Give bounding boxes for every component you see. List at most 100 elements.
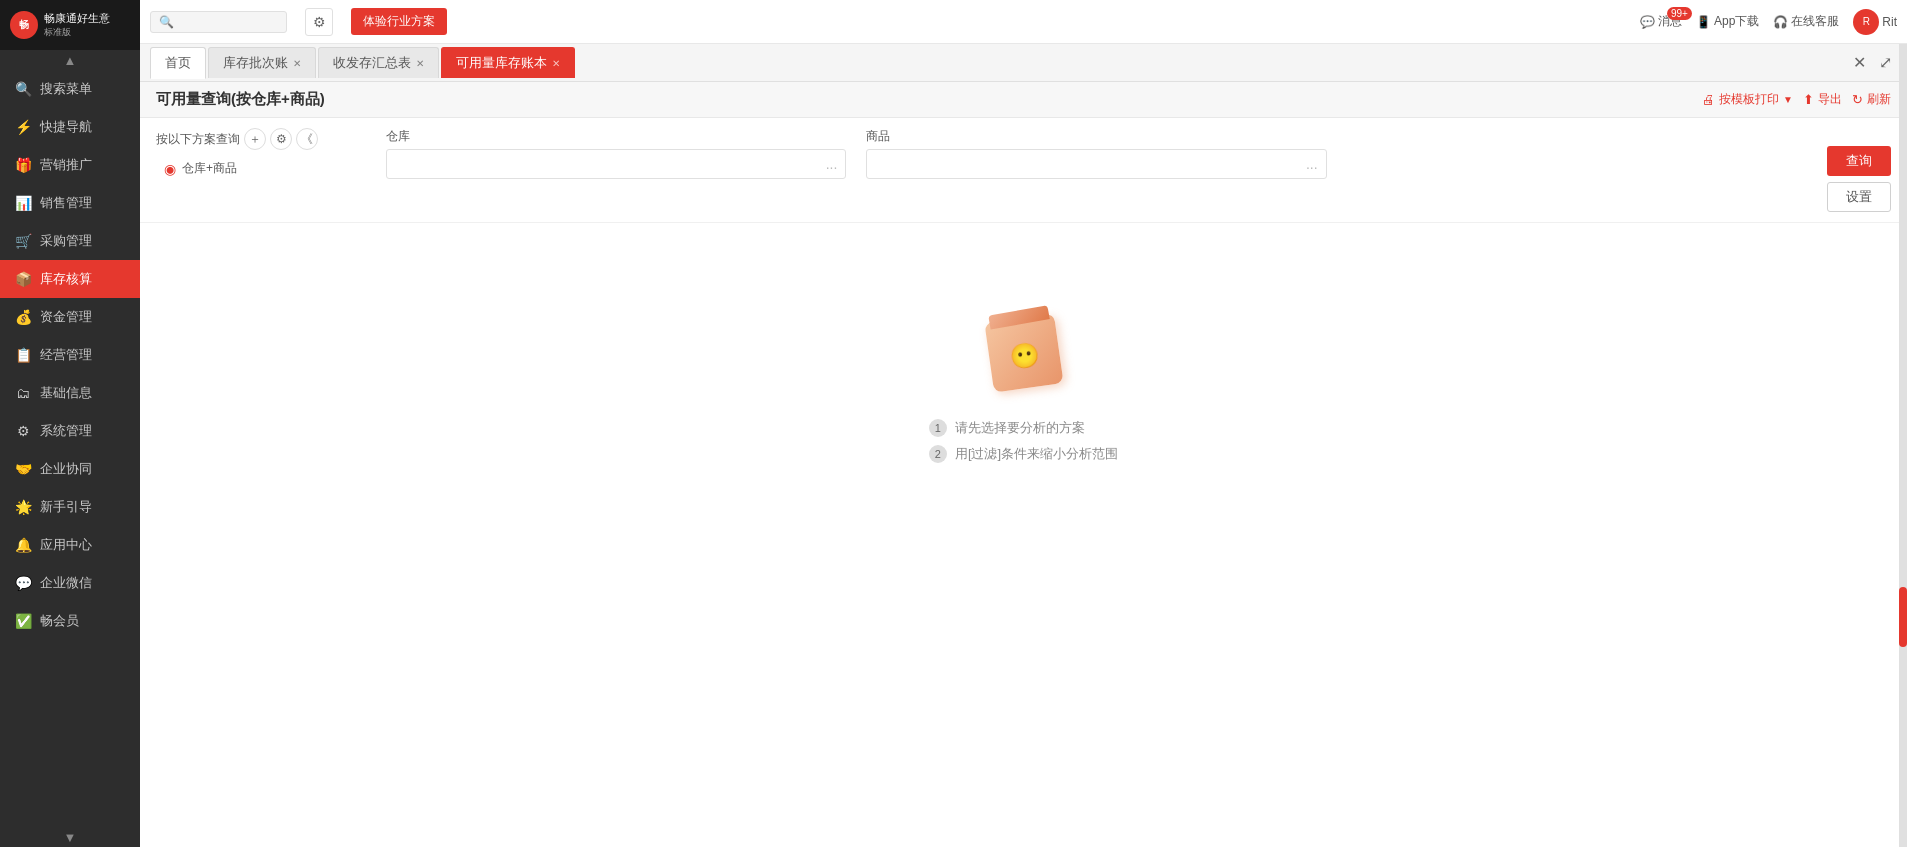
guide-icon: 🌟 [14, 498, 32, 516]
empty-hint-1: 1 请先选择要分析的方案 [929, 419, 1118, 437]
finance-icon: 💰 [14, 308, 32, 326]
topbar: 🔍 ⚙ 体验行业方案 💬 消息 99+ 📱 App下载 🎧 在线客服 [140, 0, 1907, 44]
tab-available[interactable]: 可用量库存账本 ✕ [441, 47, 575, 78]
settings-icon: ⚙ [313, 14, 326, 30]
empty-state: 😶 1 请先选择要分析的方案 2 用[过滤]条件来缩小分析范围 [140, 223, 1907, 543]
tabbar: 首页 库存批次账 ✕ 收发存汇总表 ✕ 可用量库存账本 ✕ ✕ ⤢ [140, 44, 1907, 82]
sidebar-scroll-up[interactable]: ▲ [0, 50, 140, 70]
tab-batch[interactable]: 库存批次账 ✕ [208, 47, 316, 78]
print-template-button[interactable]: 🖨 按模板打印 ▼ [1702, 91, 1793, 108]
filter-label: 按以下方案查询 ＋ ⚙ 《 [156, 128, 376, 150]
product-field: 商品 ... [866, 128, 1326, 179]
tab-available-close[interactable]: ✕ [552, 58, 560, 69]
topbar-settings-button[interactable]: ⚙ [305, 8, 333, 36]
scheme-icon: ◉ [164, 161, 176, 177]
message-icon: 💬 [1640, 15, 1655, 29]
operation-icon: 📋 [14, 346, 32, 364]
filter-add-button[interactable]: ＋ [244, 128, 266, 150]
warehouse-input-box[interactable]: ... [386, 149, 846, 179]
warehouse-field: 仓库 ... [386, 128, 846, 179]
sidebar-item-apps[interactable]: 🔔 应用中心 [0, 526, 140, 564]
sidebar-item-member[interactable]: ✅ 畅会员 [0, 602, 140, 640]
product-picker-button[interactable]: ... [1306, 156, 1318, 172]
tab-summary[interactable]: 收发存汇总表 ✕ [318, 47, 439, 78]
marketing-icon: 🎁 [14, 156, 32, 174]
page-content: 可用量查询(按仓库+商品) 🖨 按模板打印 ▼ ⬆ 导出 ↻ 刷新 [140, 82, 1907, 847]
sidebar-item-shortcut[interactable]: ⚡ 快捷导航 [0, 108, 140, 146]
sidebar-tag: 标准版 [44, 26, 110, 39]
warehouse-picker-button[interactable]: ... [826, 156, 838, 172]
purchase-icon: 🛒 [14, 232, 32, 250]
phone-icon: 📱 [1696, 15, 1711, 29]
sidebar-logo: 畅 [10, 11, 38, 39]
settings-outline-button[interactable]: 设置 [1827, 182, 1891, 212]
shortcut-icon: ⚡ [14, 118, 32, 136]
avatar: R [1853, 9, 1879, 35]
tab-home[interactable]: 首页 [150, 47, 206, 79]
sidebar-item-sales[interactable]: 📊 销售管理 [0, 184, 140, 222]
sidebar-menu: 🔍 搜索菜单 ⚡ 快捷导航 🎁 营销推广 📊 销售管理 🛒 采购管理 📦 库存核… [0, 70, 140, 827]
sidebar-brand: 畅康通好生意 [44, 11, 110, 25]
product-input-box[interactable]: ... [866, 149, 1326, 179]
refresh-button[interactable]: ↻ 刷新 [1852, 91, 1891, 108]
topbar-left: 🔍 ⚙ 体验行业方案 [150, 8, 447, 36]
sidebar-scroll-down[interactable]: ▼ [0, 827, 140, 847]
sidebar-item-system[interactable]: ⚙ 系统管理 [0, 412, 140, 450]
sidebar-item-inventory[interactable]: 📦 库存核算 [0, 260, 140, 298]
export-icon: ⬆ [1803, 92, 1814, 107]
topbar-search-input[interactable] [178, 15, 278, 29]
app-download-button[interactable]: 📱 App下载 [1696, 13, 1759, 30]
page-header: 可用量查询(按仓库+商品) 🖨 按模板打印 ▼ ⬆ 导出 ↻ 刷新 [140, 82, 1907, 118]
sidebar-item-search[interactable]: 🔍 搜索菜单 [0, 70, 140, 108]
filter-scheme-item[interactable]: ◉ 仓库+商品 [156, 154, 376, 183]
online-service-button[interactable]: 🎧 在线客服 [1773, 13, 1839, 30]
message-button[interactable]: 💬 消息 99+ [1640, 13, 1682, 30]
topbar-search-box[interactable]: 🔍 [150, 11, 287, 33]
apps-icon: 🔔 [14, 536, 32, 554]
tab-summary-close[interactable]: ✕ [416, 58, 424, 69]
sidebar-item-guide[interactable]: 🌟 新手引导 [0, 488, 140, 526]
product-input[interactable] [875, 157, 1302, 171]
empty-box-icon: 😶 [984, 313, 1063, 392]
sidebar-item-cooperation[interactable]: 🤝 企业协同 [0, 450, 140, 488]
empty-hint-2: 2 用[过滤]条件来缩小分析范围 [929, 445, 1118, 463]
filter-actions: ＋ ⚙ 《 [244, 128, 318, 150]
right-scrollbar[interactable] [1899, 44, 1907, 847]
export-button[interactable]: ⬆ 导出 [1803, 91, 1842, 108]
dropdown-arrow: ▼ [1783, 94, 1793, 105]
filter-settings-button[interactable]: ⚙ [270, 128, 292, 150]
page-title: 可用量查询(按仓库+商品) [156, 90, 325, 109]
sidebar-item-basic[interactable]: 🗂 基础信息 [0, 374, 140, 412]
filter-area: 按以下方案查询 ＋ ⚙ 《 ◉ 仓库+商品 仓库 . [140, 118, 1907, 223]
basic-icon: 🗂 [14, 384, 32, 402]
user-profile[interactable]: R Rit [1853, 9, 1897, 35]
industry-solution-button[interactable]: 体验行业方案 [351, 8, 447, 35]
system-icon: ⚙ [14, 422, 32, 440]
sales-icon: 📊 [14, 194, 32, 212]
sidebar-item-wechat[interactable]: 💬 企业微信 [0, 564, 140, 602]
inventory-icon: 📦 [14, 270, 32, 288]
sidebar-item-finance[interactable]: 💰 资金管理 [0, 298, 140, 336]
tab-expand-button[interactable]: ⤢ [1873, 51, 1897, 75]
query-actions: 查询 设置 [1827, 128, 1891, 212]
main-area: 🔍 ⚙ 体验行业方案 💬 消息 99+ 📱 App下载 🎧 在线客服 [140, 0, 1907, 847]
search-icon: 🔍 [14, 80, 32, 98]
sidebar-header: 畅 畅康通好生意 标准版 [0, 0, 140, 50]
service-icon: 🎧 [1773, 15, 1788, 29]
sidebar-item-marketing[interactable]: 🎁 营销推广 [0, 146, 140, 184]
wechat-icon: 💬 [14, 574, 32, 592]
topbar-search-icon: 🔍 [159, 15, 174, 29]
cooperation-icon: 🤝 [14, 460, 32, 478]
tab-batch-close[interactable]: ✕ [293, 58, 301, 69]
query-button[interactable]: 查询 [1827, 146, 1891, 176]
empty-illustration: 😶 [974, 303, 1074, 403]
sidebar-item-purchase[interactable]: 🛒 采购管理 [0, 222, 140, 260]
sidebar-item-operation[interactable]: 📋 经营管理 [0, 336, 140, 374]
tab-close-button[interactable]: ✕ [1847, 51, 1871, 75]
topbar-right: 💬 消息 99+ 📱 App下载 🎧 在线客服 R Rit [1640, 9, 1897, 35]
empty-hints: 1 请先选择要分析的方案 2 用[过滤]条件来缩小分析范围 [929, 419, 1118, 463]
warehouse-input[interactable] [395, 157, 822, 171]
sidebar: 畅 畅康通好生意 标准版 ▲ 🔍 搜索菜单 ⚡ 快捷导航 🎁 营销推广 📊 销售… [0, 0, 140, 847]
scrollbar-thumb[interactable] [1899, 587, 1907, 647]
filter-collapse-button[interactable]: 《 [296, 128, 318, 150]
